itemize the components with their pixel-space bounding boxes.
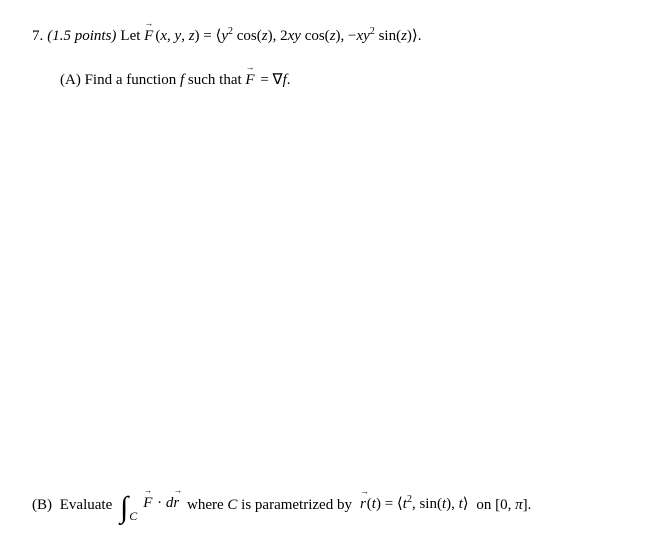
part-b-text: Evaluate — [56, 493, 116, 519]
problem-number: 7. — [32, 24, 43, 48]
problem-points: (1.5 points) — [47, 24, 116, 48]
part-a-label: (A) — [60, 72, 81, 88]
part-b-label: (B) — [32, 493, 52, 519]
part-b-parametrize: r(t) = ⟨t2, sin(t), t⟩ — [360, 491, 469, 522]
page: 7. (1.5 points) Let F(x, y, z) = ⟨y2 cos… — [0, 0, 646, 557]
part-b-where: where C is parametrized by — [183, 493, 352, 519]
integral-symbol: ∫ — [120, 493, 128, 523]
integral-subscript: C — [129, 506, 137, 526]
part-a: (A) Find a function f such that F = ∇f. — [60, 68, 614, 98]
part-b-on: on [0, π]. — [473, 493, 532, 519]
part-a-text: Find a function f such that F = ∇f. — [85, 72, 291, 88]
part-b-integrand: F · dr — [143, 491, 179, 521]
part-b: (B) Evaluate ∫C F · dr where C is parame… — [32, 491, 614, 522]
vector-F-symbol: F — [144, 24, 153, 52]
integral-expression: ∫C — [120, 493, 137, 519]
integral-sym-wrapper: ∫C — [120, 493, 137, 519]
part-a-vector-F: F — [245, 68, 254, 98]
problem-description: Let F(x, y, z) = ⟨y2 cos(z), 2xy cos(z),… — [120, 24, 421, 52]
problem-header: 7. (1.5 points) Let F(x, y, z) = ⟨y2 cos… — [32, 24, 614, 52]
parametrize-r: r — [360, 492, 366, 522]
integrand-vector-F: F — [143, 491, 152, 521]
integrand-dr: r — [173, 491, 179, 521]
